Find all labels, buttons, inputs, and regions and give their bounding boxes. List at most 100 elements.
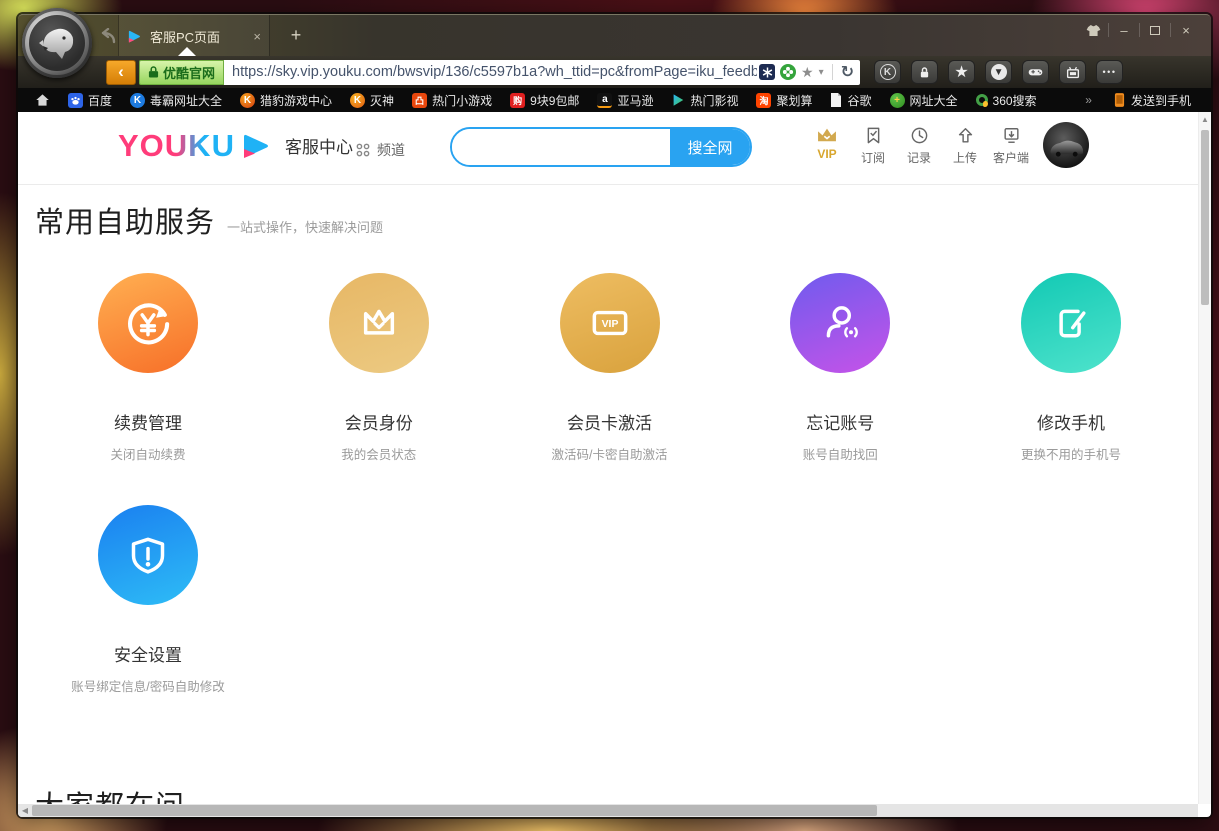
service-membership[interactable]: 会员身份 我的会员状态 — [279, 273, 479, 463]
bookmark-amazon[interactable]: a 亚马逊 — [590, 88, 660, 112]
vip-card-icon: VIP — [560, 273, 660, 373]
mini-games-icon: 凸 — [412, 93, 427, 108]
bookmarks-bar: 百度 K 毒霸网址大全 K 猎豹游戏中心 K 灭神 凸 热门小游戏 购 9块9包… — [18, 88, 1211, 112]
service-forgot-account[interactable]: 忘记账号 账号自助找回 — [740, 273, 940, 463]
plugin-fan-icon[interactable] — [780, 64, 796, 80]
maximize-button[interactable] — [1140, 20, 1170, 40]
section-title: 常用自助服务 — [35, 199, 215, 241]
bookmark-duba[interactable]: K 毒霸网址大全 — [123, 88, 229, 112]
home-icon — [35, 93, 50, 107]
address-bar: ‹ 优酷官网 https://sky.vip.youku.com/bwsvip/… — [18, 56, 1211, 88]
site-verification-badge[interactable]: 优酷官网 — [139, 60, 224, 85]
scroll-left-arrow[interactable]: ◀ — [18, 806, 32, 815]
svg-text:VIP: VIP — [601, 319, 618, 330]
renewal-yen-cycle-icon — [98, 273, 198, 373]
horizontal-scroll-thumb[interactable] — [32, 805, 877, 816]
bookmark-mini-games[interactable]: 凸 热门小游戏 — [405, 88, 499, 112]
bookmark-9kuai9[interactable]: 购 9块9包邮 — [503, 88, 586, 112]
tab-title: 客服PC页面 — [150, 27, 245, 46]
green-plus-icon: + — [890, 93, 905, 108]
user-avatar[interactable] — [1043, 122, 1089, 168]
browser-toolbar: K ★ ▼ — [874, 60, 1123, 84]
section-subtitle: 一站式操作，快速解决问题 — [227, 217, 383, 236]
service-vip-card[interactable]: VIP 会员卡激活 激活码/卡密自助激活 — [510, 273, 710, 463]
channel-button[interactable]: 频道 — [355, 140, 405, 160]
url-field[interactable]: https://sky.vip.youku.com/bwsvip/136/c55… — [224, 60, 860, 85]
add-favorite-star-icon[interactable]: ★ — [801, 65, 814, 79]
vertical-scroll-thumb[interactable] — [1201, 130, 1209, 305]
liebao-k-icon: K — [240, 93, 255, 108]
crown-icon — [816, 126, 838, 143]
scroll-up-arrow[interactable]: ▲ — [1199, 112, 1211, 126]
menu-item-subscribe[interactable]: 订阅 — [853, 122, 893, 166]
tab-close-icon[interactable]: × — [253, 29, 261, 44]
cheetah-head-icon — [29, 15, 85, 71]
security-lock-button[interactable] — [911, 60, 938, 84]
browser-titlebar: 客服PC页面 × + – × — [18, 14, 1211, 56]
search-button[interactable]: 搜全网 — [670, 129, 750, 165]
kingsoft-k-button[interactable]: K — [874, 60, 901, 84]
browser-window: 客服PC页面 × + – × ‹ 优酷官网 — [18, 14, 1211, 817]
titlebar-back-icon[interactable] — [98, 28, 116, 44]
favorites-star-button[interactable]: ★ — [948, 60, 975, 84]
youku-logo[interactable]: YOUKU — [118, 130, 235, 161]
minimize-button[interactable]: – — [1109, 20, 1139, 40]
service-security[interactable]: 安全设置 账号绑定信息/密码自助修改 — [48, 505, 248, 695]
cheetah-browser-logo[interactable] — [22, 8, 92, 78]
bookmark-baidu[interactable]: 百度 — [61, 88, 119, 112]
shield-alert-icon — [98, 505, 198, 605]
menu-item-history[interactable]: 记录 — [899, 122, 939, 166]
more-menu-button[interactable]: ••• — [1096, 60, 1123, 84]
crown-outline-icon — [329, 273, 429, 373]
service-grid-row2: 安全设置 账号绑定信息/密码自助修改 — [18, 505, 1211, 695]
site-search: 搜全网 — [450, 127, 752, 167]
service-renewal[interactable]: 续费管理 关闭自动续费 — [48, 273, 248, 463]
bookmarks-overflow-chevron[interactable]: » — [1077, 93, 1100, 107]
menu-item-vip[interactable]: VIP — [807, 122, 847, 161]
clock-icon — [910, 126, 929, 145]
bookmark-mieshen[interactable]: K 灭神 — [343, 88, 401, 112]
phone-icon — [1114, 92, 1125, 108]
bookmark-hot-video[interactable]: 热门影视 — [664, 88, 745, 112]
mieshen-k-icon: K — [350, 93, 365, 108]
service-change-phone[interactable]: 修改手机 更换不用的手机号 — [971, 273, 1171, 463]
tv-mode-button[interactable] — [1059, 60, 1086, 84]
youku-play-icon — [241, 132, 271, 160]
bookmark-juhuasuan[interactable]: 淘 聚划算 — [749, 88, 819, 112]
bookmark-360-search[interactable]: 360搜索 — [969, 88, 1044, 112]
skin-theme-icon[interactable] — [1078, 20, 1108, 40]
upload-arrow-icon — [956, 126, 975, 145]
self-service-heading: 常用自助服务 一站式操作，快速解决问题 — [18, 185, 1211, 241]
search-input[interactable] — [452, 129, 670, 165]
page-document-icon — [830, 93, 842, 107]
close-button[interactable]: × — [1171, 20, 1201, 40]
url-text: https://sky.vip.youku.com/bwsvip/136/c55… — [232, 64, 757, 80]
amazon-a-icon: a — [597, 93, 612, 108]
new-tab-button[interactable]: + — [284, 25, 308, 47]
360-o-icon — [976, 94, 988, 106]
send-to-phone-button[interactable]: 发送到手机 — [1104, 92, 1201, 109]
person-signal-icon — [790, 273, 890, 373]
play-triangle-icon — [671, 93, 685, 107]
bookmark-check-icon — [864, 126, 883, 145]
plugin-snowflake-icon[interactable] — [759, 64, 775, 80]
menu-item-upload[interactable]: 上传 — [945, 122, 985, 166]
download-button[interactable]: ▼ — [985, 60, 1012, 84]
nav-back-button[interactable]: ‹ — [106, 60, 136, 85]
client-download-icon — [1002, 126, 1021, 145]
games-gamepad-button[interactable] — [1022, 60, 1049, 84]
lock-icon — [148, 66, 159, 78]
user-menu: VIP 订阅 记录 — [807, 122, 1089, 168]
grid-icon — [355, 142, 371, 158]
bookmark-liebao-games[interactable]: K 猎豹游戏中心 — [233, 88, 339, 112]
refresh-icon[interactable]: ↻ — [841, 62, 854, 82]
bookmark-wangzhi-daquan[interactable]: + 网址大全 — [883, 88, 965, 112]
car-avatar-image — [1046, 133, 1086, 157]
horizontal-scrollbar[interactable]: ◀ — [18, 804, 1198, 817]
home-button[interactable] — [28, 88, 57, 112]
vertical-scrollbar[interactable]: ▲ — [1198, 112, 1211, 804]
baidu-paw-icon — [68, 93, 83, 108]
bookmark-google[interactable]: 谷歌 — [823, 88, 878, 112]
favorite-dropdown-icon[interactable]: ▾ — [819, 67, 824, 78]
menu-item-client[interactable]: 客户端 — [991, 122, 1031, 166]
